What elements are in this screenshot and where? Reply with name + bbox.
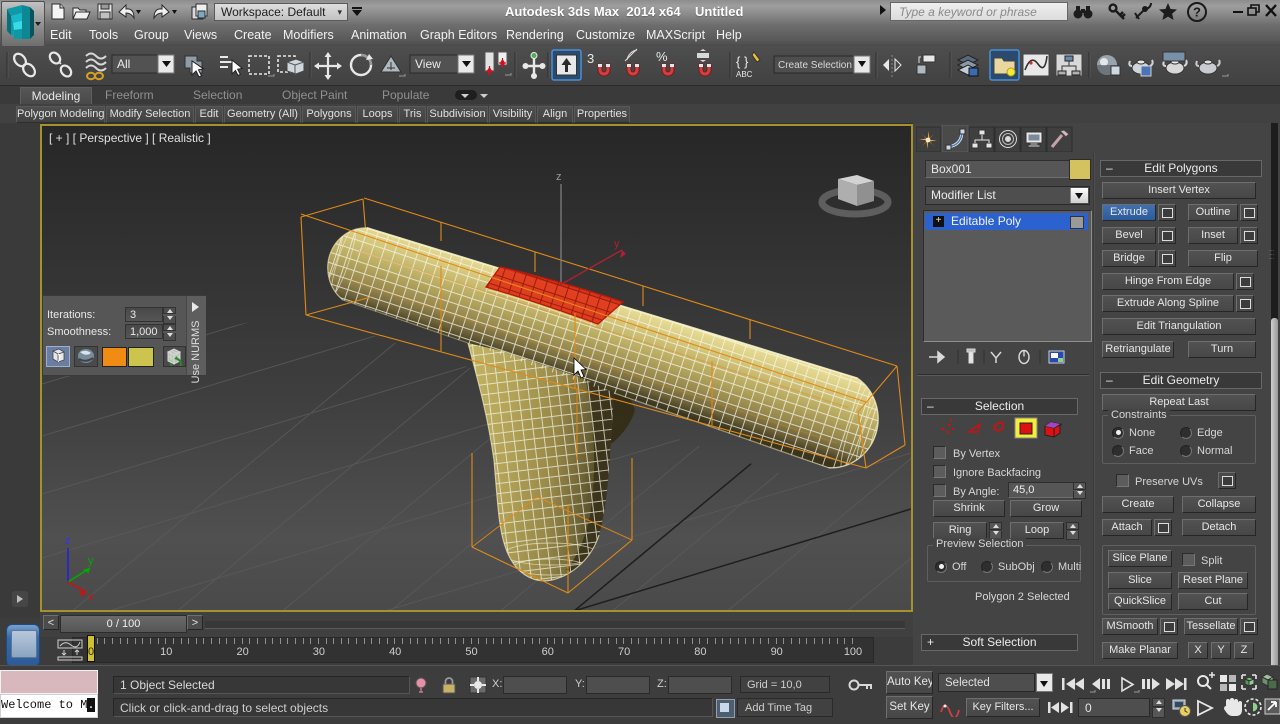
svg-text:y: y — [88, 555, 94, 567]
svg-text:x: x — [88, 591, 94, 603]
svg-text:All: All — [117, 57, 130, 71]
svg-text:3: 3 — [587, 51, 594, 66]
svg-text:{ }: { } — [736, 54, 749, 69]
svg-text:y: y — [614, 238, 620, 250]
svg-text:z: z — [556, 171, 562, 183]
svg-text:ABC: ABC — [736, 70, 753, 79]
svg-text:z: z — [65, 535, 71, 547]
svg-text:?: ? — [1193, 5, 1201, 20]
svg-text:%: % — [656, 49, 668, 64]
svg-text:View: View — [415, 57, 441, 71]
